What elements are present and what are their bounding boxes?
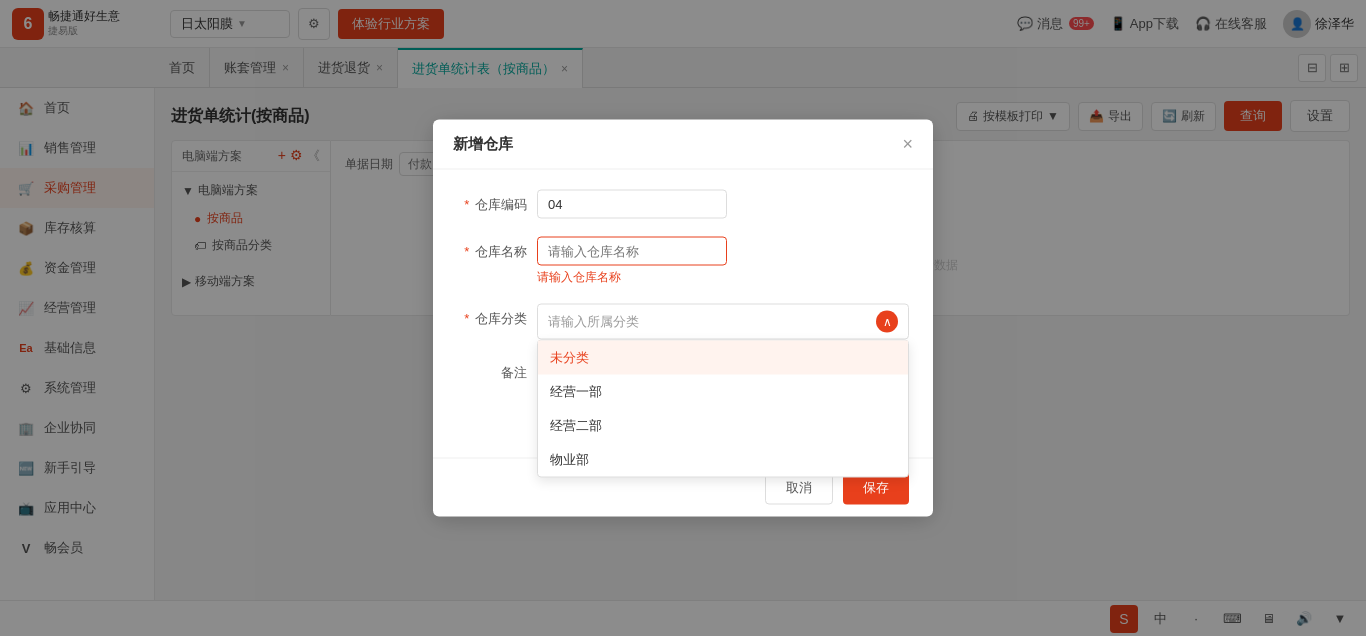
modal-title: 新增仓库 bbox=[453, 135, 513, 154]
dropdown-option-2[interactable]: 经营二部 bbox=[538, 409, 908, 443]
modal-header: 新增仓库 × bbox=[433, 120, 933, 170]
note-label: 备注 bbox=[457, 358, 537, 382]
modal-close-button[interactable]: × bbox=[902, 134, 913, 155]
category-dropdown: 请输入所属分类 ∧ 未分类 经营一部 经营二部 物业部 bbox=[537, 304, 909, 340]
name-error-tip: 请输入仓库名称 bbox=[537, 269, 909, 286]
dropdown-option-3[interactable]: 物业部 bbox=[538, 443, 908, 477]
category-label: * 仓库分类 bbox=[457, 304, 537, 328]
code-field-row: * 仓库编码 bbox=[457, 190, 909, 219]
dropdown-arrow-icon: ∧ bbox=[876, 311, 898, 333]
category-placeholder: 请输入所属分类 bbox=[548, 313, 639, 331]
category-field-row: * 仓库分类 请输入所属分类 ∧ 未分类 经营一部 经营二部 物业部 bbox=[457, 304, 909, 340]
name-field-row: * 仓库名称 请输入仓库名称 bbox=[457, 237, 909, 286]
modal-body: * 仓库编码 * 仓库名称 请输入仓库名称 * 仓库分类 bbox=[433, 170, 933, 458]
dropdown-option-0[interactable]: 未分类 bbox=[538, 341, 908, 375]
category-dropdown-trigger[interactable]: 请输入所属分类 ∧ bbox=[537, 304, 909, 340]
name-input[interactable] bbox=[537, 237, 727, 266]
name-label: * 仓库名称 bbox=[457, 237, 537, 261]
dropdown-option-1[interactable]: 经营一部 bbox=[538, 375, 908, 409]
code-label: * 仓库编码 bbox=[457, 190, 537, 214]
category-dropdown-menu: 未分类 经营一部 经营二部 物业部 bbox=[537, 340, 909, 478]
code-input[interactable] bbox=[537, 190, 727, 219]
new-warehouse-modal: 新增仓库 × * 仓库编码 * 仓库名称 请输入仓库名称 bbox=[433, 120, 933, 517]
